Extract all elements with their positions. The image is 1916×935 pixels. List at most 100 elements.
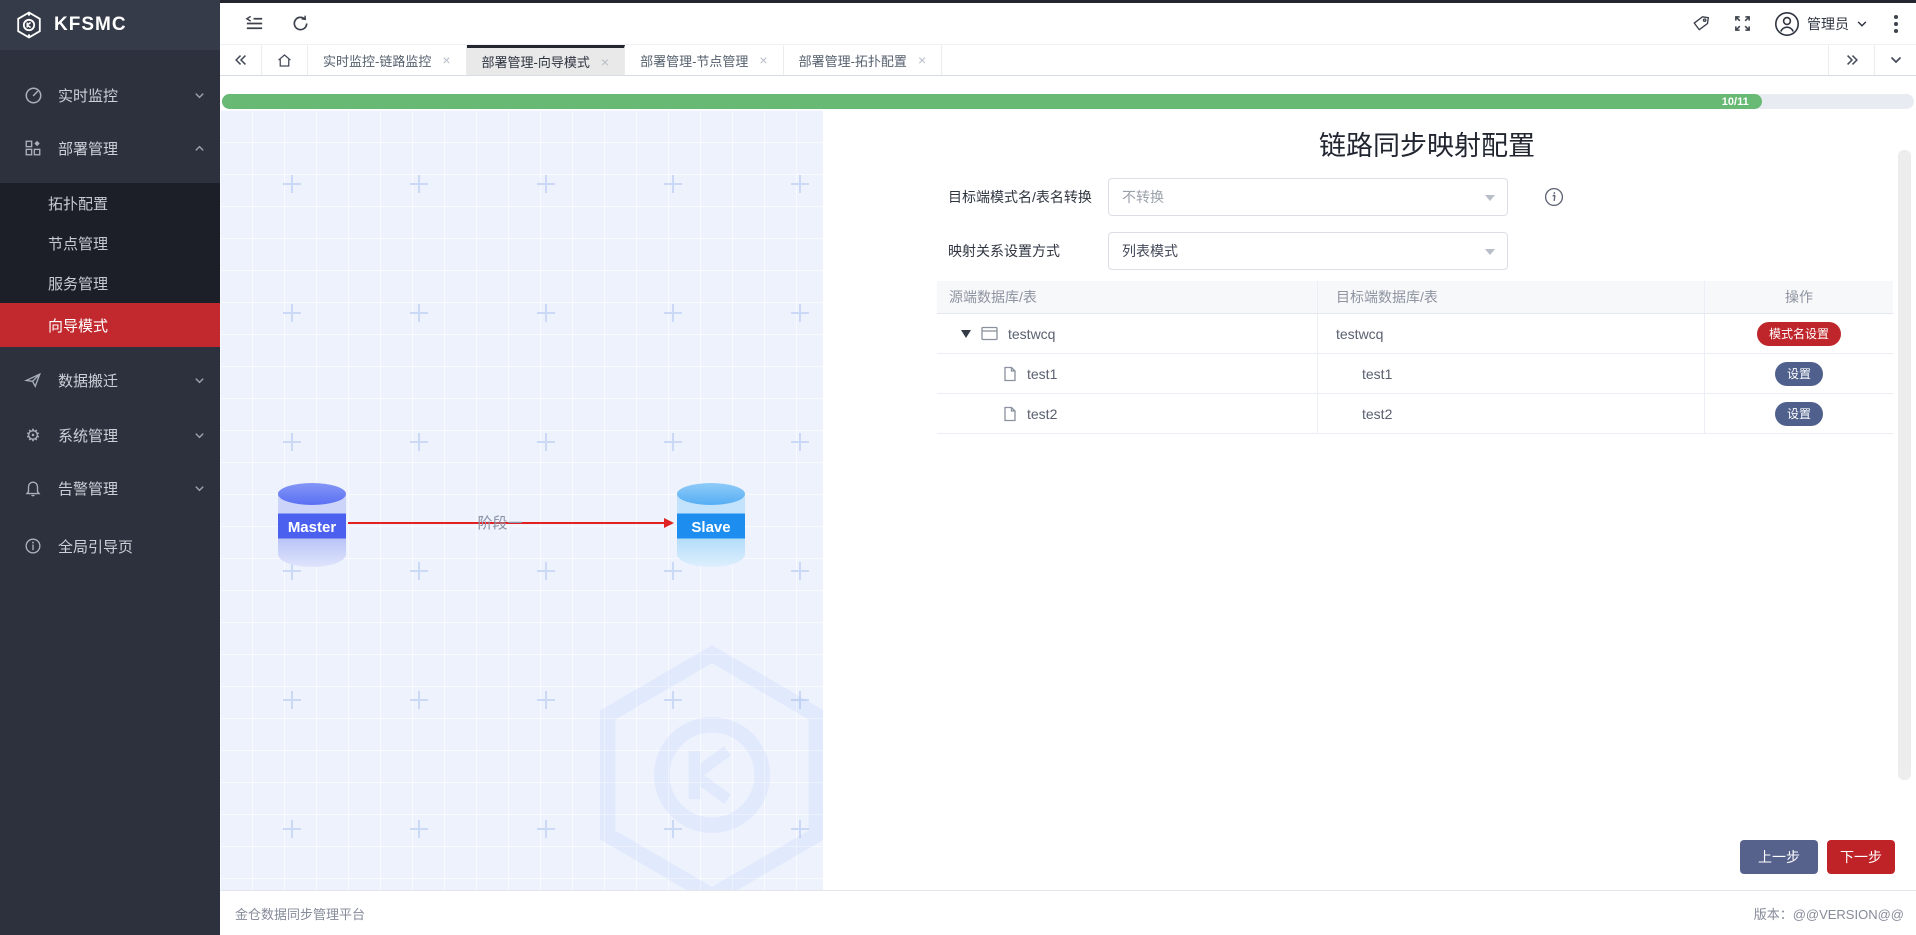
tree-expand-caret-icon[interactable] [961, 329, 971, 338]
tab-deploy-node-manage[interactable]: 部署管理-节点管理 × [625, 45, 784, 75]
progress-label: 10/11 [1721, 95, 1749, 108]
gear-icon: ⚙ [25, 425, 41, 445]
tab-label: 部署管理-节点管理 [640, 53, 749, 69]
master-node-label: Master [287, 519, 337, 536]
select-value: 不转换 [1122, 189, 1164, 205]
target-table-name: test1 [1362, 365, 1393, 382]
chevron-down-icon [193, 374, 206, 387]
sidebar-item-service-manage[interactable]: 服务管理 [0, 263, 220, 303]
form-row-name-transform: 目标端模式名/表名转换 不转换 [948, 178, 1564, 216]
page-title: 链路同步映射配置 [1319, 131, 1535, 161]
field-label: 目标端模式名/表名转换 [948, 189, 1092, 205]
mapping-mode-select[interactable]: 列表模式 [1108, 232, 1508, 270]
sub-item-label: 拓扑配置 [48, 195, 109, 213]
slave-node-label: Slave [691, 519, 731, 536]
table-settings-button[interactable]: 设置 [1774, 401, 1823, 426]
sidebar: KFSMC 实时监控 部署管理 拓扑配置 节点管理 服务管理 向导模式 数据搬迁… [0, 0, 220, 935]
caret-down-icon [1485, 249, 1495, 255]
collapse-menu-icon[interactable] [244, 13, 265, 34]
chevron-up-icon [193, 142, 206, 155]
user-menu[interactable]: 管理员 [1774, 11, 1868, 37]
cylinder-top [677, 483, 745, 505]
chevron-down-icon [193, 429, 206, 442]
tab-deploy-wizard-mode[interactable]: 部署管理-向导模式 × [466, 45, 626, 75]
sync-edge-label: 阶段一 [477, 515, 523, 532]
sidebar-item-data-migration[interactable]: 数据搬迁 [0, 358, 220, 402]
sidebar-item-realtime-monitor[interactable]: 实时监控 [0, 73, 220, 117]
wizard-progress-track: 10/11 [222, 94, 1914, 109]
close-icon[interactable]: × [918, 52, 926, 68]
column-header-actions: 操作 [1785, 289, 1813, 305]
field-label: 映射关系设置方式 [948, 243, 1060, 259]
select-value: 列表模式 [1122, 243, 1178, 259]
source-table-name: test1 [1027, 365, 1058, 382]
sidebar-item-node-manage[interactable]: 节点管理 [0, 223, 220, 263]
sidebar-item-label: 数据搬迁 [58, 372, 119, 390]
sidebar-item-label: 系统管理 [58, 427, 119, 445]
tab-realtime-link-monitor[interactable]: 实时监控-链路监控 × [308, 45, 467, 75]
slave-db-node[interactable]: Slave [677, 483, 745, 567]
footer-version: 版本：@@VERSION@@ [1753, 906, 1904, 922]
master-db-node[interactable]: Master [278, 483, 346, 567]
sidebar-item-alarm-manage[interactable]: 告警管理 [0, 466, 220, 510]
tag-icon[interactable] [1691, 14, 1711, 34]
tab-label: 部署管理-向导模式 [481, 55, 590, 70]
source-table-name: test2 [1027, 405, 1058, 422]
tab-label: 实时监控-链路监控 [323, 53, 432, 69]
sub-item-label: 向导模式 [48, 317, 109, 335]
paper-plane-icon [22, 371, 44, 389]
tabs-scroll-right-button[interactable] [1828, 45, 1874, 75]
column-header-source: 源端数据库/表 [937, 281, 1318, 313]
sidebar-item-label: 全局引导页 [58, 538, 134, 556]
top-accent-strip [220, 0, 1916, 3]
tabs-menu-button[interactable] [1874, 45, 1916, 75]
kebab-menu-icon[interactable] [1890, 13, 1902, 35]
sidebar-item-topology-config[interactable]: 拓扑配置 [0, 183, 220, 223]
sidebar-item-global-guide[interactable]: 全局引导页 [0, 524, 220, 568]
previous-step-button[interactable]: 上一步 [1740, 840, 1818, 874]
vertical-scrollbar[interactable] [1898, 150, 1911, 780]
close-icon[interactable]: × [601, 54, 609, 70]
close-icon[interactable]: × [759, 52, 767, 68]
schema-name-settings-button[interactable]: 模式名设置 [1756, 321, 1841, 346]
table-row-table2: test2 test2 设置 [937, 394, 1893, 434]
sidebar-item-system-manage[interactable]: ⚙ 系统管理 [0, 413, 220, 457]
brand-logo: KFSMC [0, 0, 220, 50]
brand-hexagon-icon [14, 10, 44, 40]
deploy-submenu: 拓扑配置 节点管理 服务管理 向导模式 [0, 183, 220, 347]
deploy-grid-icon [22, 139, 44, 157]
footer-platform-name: 金仓数据同步管理平台 [235, 906, 366, 922]
sub-item-label: 服务管理 [48, 275, 109, 293]
table-row-schema: testwcq testwcq 模式名设置 [937, 314, 1893, 354]
name-transform-select[interactable]: 不转换 [1108, 178, 1508, 216]
sub-item-label: 节点管理 [48, 235, 109, 253]
main-content: 10/11 阶段一 Master Slave 链路同步映射配置 目标端模式名/表… [220, 76, 1916, 890]
cylinder-top [278, 483, 346, 505]
brand-name: KFSMC [54, 14, 127, 35]
target-table-name: test2 [1362, 405, 1393, 422]
tabs-scroll-left-button[interactable] [220, 45, 262, 75]
column-header-target: 目标端数据库/表 [1318, 281, 1705, 313]
info-icon[interactable] [1544, 187, 1564, 207]
sidebar-item-deploy-manage[interactable]: 部署管理 [0, 126, 220, 170]
home-tab-button[interactable] [262, 45, 308, 75]
source-schema-name: testwcq [1008, 325, 1056, 342]
tab-bar: 实时监控-链路监控 × 部署管理-向导模式 × 部署管理-节点管理 × 部署管理… [220, 44, 1916, 76]
table-header-row: 源端数据库/表 目标端数据库/表 操作 [937, 281, 1893, 314]
topology-canvas[interactable]: 阶段一 Master Slave [220, 110, 823, 890]
chevron-down-icon [193, 89, 206, 102]
mapping-table: 源端数据库/表 目标端数据库/表 操作 testwcq testwcq 模式名设… [937, 281, 1893, 434]
table-row-table1: test1 test1 设置 [937, 354, 1893, 394]
sidebar-item-label: 告警管理 [58, 480, 119, 498]
table-settings-button[interactable]: 设置 [1774, 361, 1823, 386]
caret-down-icon [1485, 195, 1495, 201]
sidebar-item-wizard-mode[interactable]: 向导模式 [0, 303, 220, 347]
chevron-down-icon [193, 482, 206, 495]
refresh-icon[interactable] [291, 14, 310, 33]
fullscreen-icon[interactable] [1733, 14, 1752, 33]
close-icon[interactable]: × [442, 52, 450, 68]
progress-fill: 10/11 [222, 94, 1762, 109]
alarm-bell-icon [22, 479, 44, 497]
tab-deploy-topology-config[interactable]: 部署管理-拓扑配置 × [784, 45, 943, 75]
next-step-button[interactable]: 下一步 [1827, 840, 1895, 874]
